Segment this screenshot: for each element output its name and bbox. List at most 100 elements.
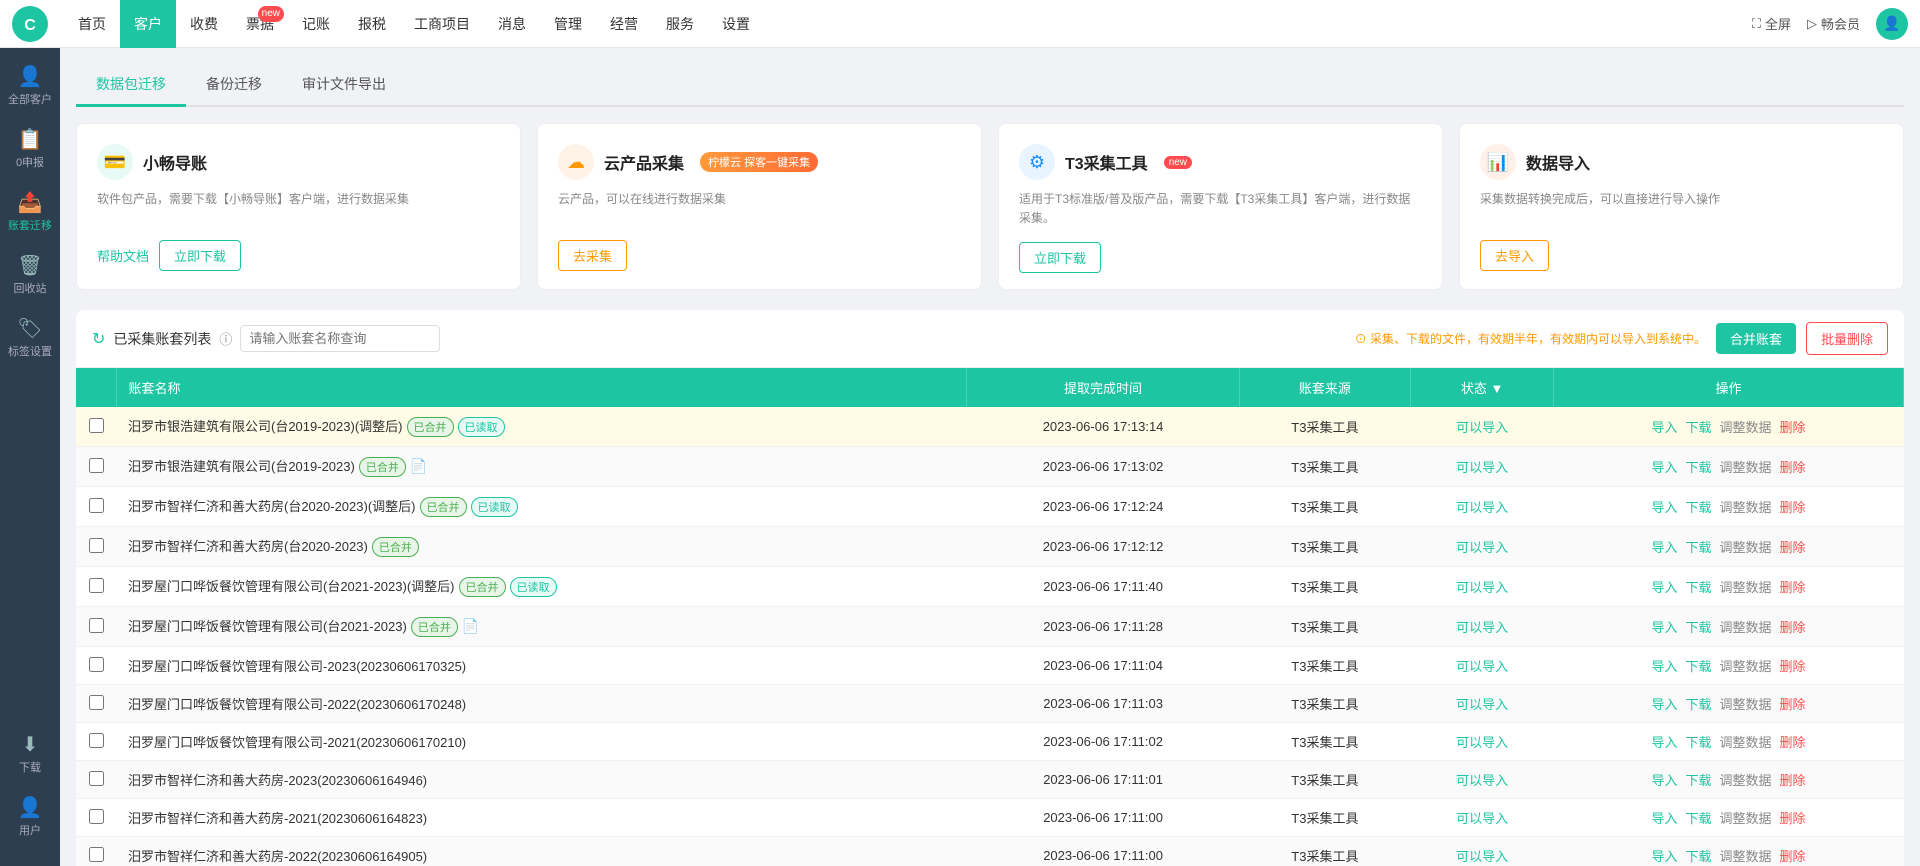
nav-item-客户[interactable]: 客户 (120, 0, 176, 48)
row-checkbox-6[interactable] (76, 647, 116, 685)
row-action-1-调整数据[interactable]: 调整数据 (1720, 460, 1772, 475)
row-action-11-导入[interactable]: 导入 (1651, 849, 1677, 864)
row-action-4-删除[interactable]: 删除 (1780, 580, 1806, 595)
card-action-xiaochangdaozhang-1[interactable]: 立即下载 (159, 240, 241, 271)
file-icon-1[interactable]: 📄 (410, 458, 427, 474)
row-action-9-导入[interactable]: 导入 (1651, 773, 1677, 788)
row-action-8-下载[interactable]: 下载 (1686, 735, 1712, 750)
nav-item-票据[interactable]: 票据new (232, 0, 288, 48)
row-action-9-下载[interactable]: 下载 (1686, 773, 1712, 788)
checkbox-input-10[interactable] (89, 809, 104, 824)
row-action-8-导入[interactable]: 导入 (1651, 735, 1677, 750)
row-action-5-下载[interactable]: 下载 (1686, 620, 1712, 635)
row-action-8-删除[interactable]: 删除 (1780, 735, 1806, 750)
nav-item-设置[interactable]: 设置 (708, 0, 764, 48)
row-action-6-导入[interactable]: 导入 (1651, 659, 1677, 674)
nav-item-首页[interactable]: 首页 (64, 0, 120, 48)
nav-item-记账[interactable]: 记账 (288, 0, 344, 48)
row-action-9-删除[interactable]: 删除 (1780, 773, 1806, 788)
card-action-xiaochangdaozhang-0[interactable]: 帮助文档 (97, 246, 149, 265)
row-checkbox-8[interactable] (76, 723, 116, 761)
row-action-2-删除[interactable]: 删除 (1780, 500, 1806, 515)
user-avatar[interactable]: 👤 (1876, 8, 1908, 40)
row-action-1-下载[interactable]: 下载 (1686, 460, 1712, 475)
row-action-10-下载[interactable]: 下载 (1686, 811, 1712, 826)
row-action-6-下载[interactable]: 下载 (1686, 659, 1712, 674)
checkbox-input-0[interactable] (89, 418, 104, 433)
checkbox-input-5[interactable] (89, 618, 104, 633)
row-action-5-导入[interactable]: 导入 (1651, 620, 1677, 635)
row-action-3-导入[interactable]: 导入 (1651, 540, 1677, 555)
sidebar-item-1[interactable]: 📋0申报 (2, 119, 58, 178)
row-action-0-下载[interactable]: 下载 (1686, 420, 1712, 435)
row-action-7-删除[interactable]: 删除 (1780, 697, 1806, 712)
row-checkbox-7[interactable] (76, 685, 116, 723)
nav-item-经营[interactable]: 经营 (596, 0, 652, 48)
card-action-dataimport-0[interactable]: 去导入 (1480, 240, 1549, 271)
row-checkbox-1[interactable] (76, 447, 116, 487)
card-action-yunyincai-0[interactable]: 去采集 (558, 240, 627, 271)
row-action-2-调整数据[interactable]: 调整数据 (1720, 500, 1772, 515)
row-checkbox-11[interactable] (76, 837, 116, 866)
merge-button[interactable]: 合并账套 (1716, 323, 1796, 354)
logo[interactable]: C (12, 6, 48, 42)
checkbox-input-1[interactable] (89, 458, 104, 473)
row-action-0-删除[interactable]: 删除 (1780, 420, 1806, 435)
member-button[interactable]: ▷ 畅会员 (1807, 14, 1860, 33)
row-action-1-删除[interactable]: 删除 (1780, 460, 1806, 475)
row-checkbox-3[interactable] (76, 527, 116, 567)
checkbox-input-4[interactable] (89, 578, 104, 593)
row-action-1-导入[interactable]: 导入 (1651, 460, 1677, 475)
row-action-3-下载[interactable]: 下载 (1686, 540, 1712, 555)
refresh-icon[interactable]: ↻ (92, 329, 105, 349)
row-action-10-导入[interactable]: 导入 (1651, 811, 1677, 826)
row-action-4-调整数据[interactable]: 调整数据 (1720, 580, 1772, 595)
row-checkbox-10[interactable] (76, 799, 116, 837)
sidebar-bottom-item-0[interactable]: ⬇下载 (2, 724, 58, 783)
row-checkbox-2[interactable] (76, 487, 116, 527)
tab-0[interactable]: 数据包迁移 (76, 64, 186, 107)
row-action-4-下载[interactable]: 下载 (1686, 580, 1712, 595)
search-input[interactable] (241, 326, 433, 351)
row-action-7-下载[interactable]: 下载 (1686, 697, 1712, 712)
batch-delete-button[interactable]: 批量删除 (1806, 322, 1888, 355)
checkbox-input-8[interactable] (89, 733, 104, 748)
nav-item-管理[interactable]: 管理 (540, 0, 596, 48)
nav-item-服务[interactable]: 服务 (652, 0, 708, 48)
row-action-9-调整数据[interactable]: 调整数据 (1720, 773, 1772, 788)
row-action-0-调整数据[interactable]: 调整数据 (1720, 420, 1772, 435)
row-action-3-调整数据[interactable]: 调整数据 (1720, 540, 1772, 555)
row-action-0-导入[interactable]: 导入 (1651, 420, 1677, 435)
nav-item-收费[interactable]: 收费 (176, 0, 232, 48)
row-action-6-调整数据[interactable]: 调整数据 (1720, 659, 1772, 674)
row-checkbox-4[interactable] (76, 567, 116, 607)
file-icon-5[interactable]: 📄 (462, 618, 479, 634)
sidebar-item-4[interactable]: 🏷标签设置 (2, 308, 58, 367)
row-checkbox-5[interactable] (76, 607, 116, 647)
checkbox-input-3[interactable] (89, 538, 104, 553)
fullscreen-button[interactable]: ⛶ 全屏 (1752, 14, 1791, 33)
checkbox-input-9[interactable] (89, 771, 104, 786)
col-header-4[interactable]: 状态 ▼ (1411, 368, 1554, 407)
nav-item-报税[interactable]: 报税 (344, 0, 400, 48)
help-icon[interactable]: ⓘ (219, 329, 232, 348)
row-checkbox-9[interactable] (76, 761, 116, 799)
row-action-10-删除[interactable]: 删除 (1780, 811, 1806, 826)
nav-item-消息[interactable]: 消息 (484, 0, 540, 48)
row-action-2-下载[interactable]: 下载 (1686, 500, 1712, 515)
row-action-2-导入[interactable]: 导入 (1651, 500, 1677, 515)
tab-2[interactable]: 审计文件导出 (282, 64, 406, 107)
sidebar-item-3[interactable]: 🗑回收站 (2, 245, 58, 304)
row-action-10-调整数据[interactable]: 调整数据 (1720, 811, 1772, 826)
row-action-6-删除[interactable]: 删除 (1780, 659, 1806, 674)
checkbox-input-6[interactable] (89, 657, 104, 672)
row-action-11-删除[interactable]: 删除 (1780, 849, 1806, 864)
nav-item-工商项目[interactable]: 工商项目 (400, 0, 484, 48)
row-action-5-删除[interactable]: 删除 (1780, 620, 1806, 635)
row-action-11-下载[interactable]: 下载 (1686, 849, 1712, 864)
tab-1[interactable]: 备份迁移 (186, 64, 282, 107)
sidebar-item-0[interactable]: 👤全部客户 (2, 56, 58, 115)
sidebar-item-2[interactable]: 📤账套迁移 (2, 182, 58, 241)
search-button[interactable]: 🔍 (433, 327, 440, 351)
sidebar-bottom-item-1[interactable]: 👤用户 (2, 787, 58, 846)
